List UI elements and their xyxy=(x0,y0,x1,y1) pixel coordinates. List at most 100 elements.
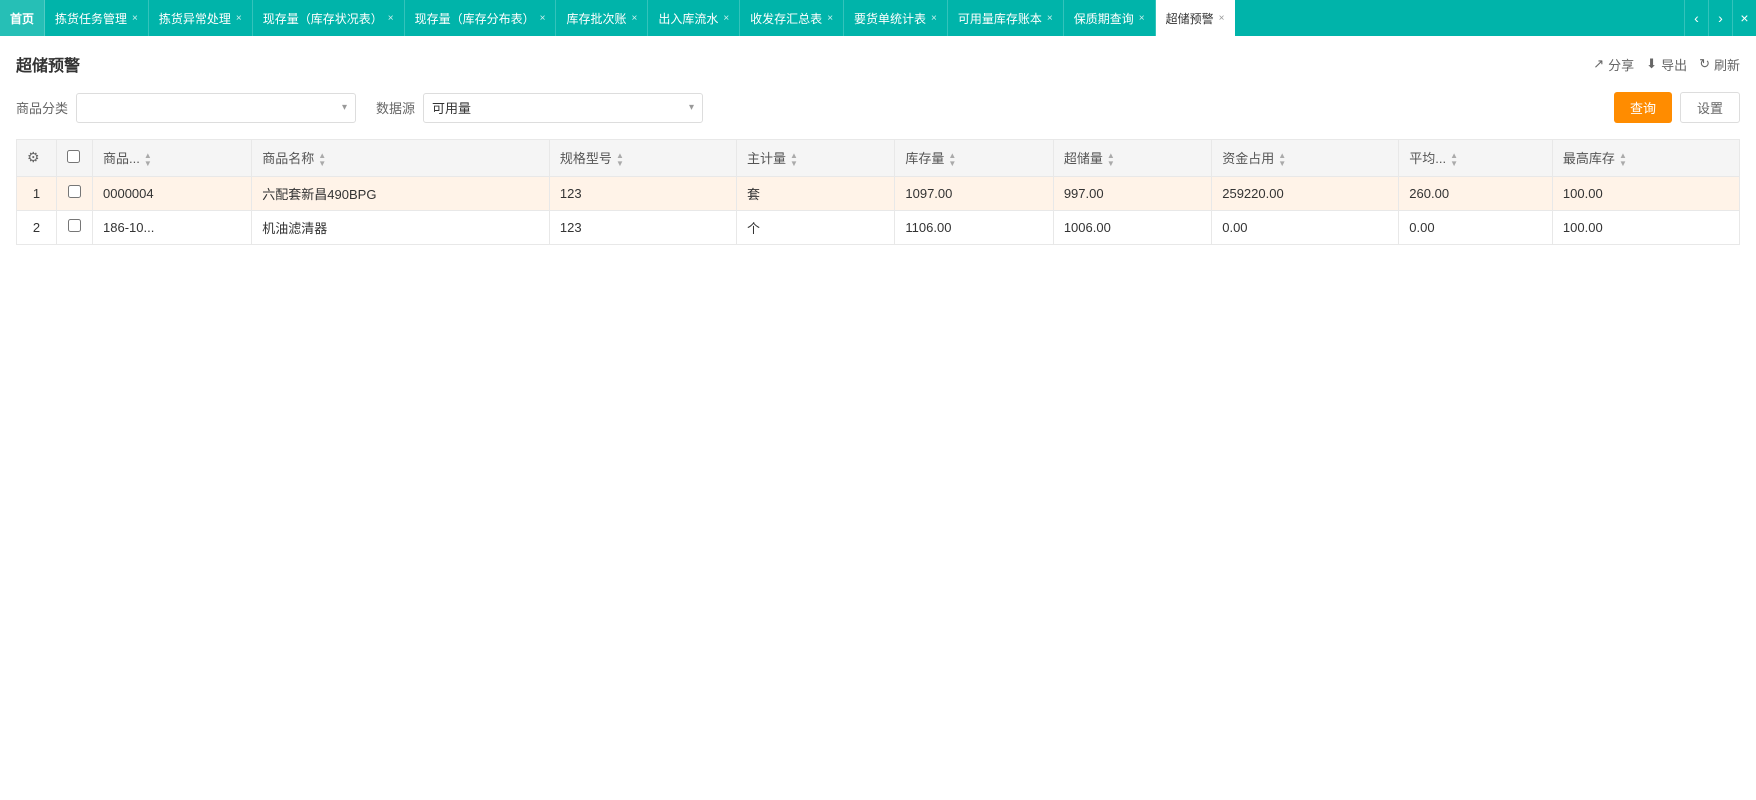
col-product-name[interactable]: 商品名称▲▼ xyxy=(252,140,550,177)
datasource-dropdown-icon: ▾ xyxy=(689,102,694,113)
tab-close-icon[interactable]: × xyxy=(540,13,546,24)
row-spec: 123 xyxy=(549,176,736,210)
row-checkbox-cell xyxy=(57,210,93,244)
row-average: 260.00 xyxy=(1399,176,1553,210)
share-icon: ↗ xyxy=(1593,56,1604,72)
col-average[interactable]: 平均...▲▼ xyxy=(1399,140,1553,177)
datasource-select-value: 可用量 xyxy=(432,98,471,117)
share-button[interactable]: ↗ 分享 xyxy=(1593,55,1634,74)
tab-close-icon[interactable]: × xyxy=(388,13,394,24)
tab-label: 超储预警 xyxy=(1166,10,1214,27)
row-average: 0.00 xyxy=(1399,210,1553,244)
tab-close-icon[interactable]: × xyxy=(1047,13,1053,24)
share-label: 分享 xyxy=(1608,55,1634,74)
filter-row: 商品分类 ▾ 数据源 可用量 ▾ 查询 设置 xyxy=(16,92,1740,123)
nav-next-btn[interactable]: › xyxy=(1708,0,1732,36)
tab-label: 出入库流水 xyxy=(658,10,718,27)
page-header: 超储预警 ↗ 分享 ⬇ 导出 ↻ 刷新 xyxy=(16,52,1740,76)
category-select[interactable]: ▾ xyxy=(76,93,356,123)
nav-tab-tab10[interactable]: 保质期查询 × xyxy=(1064,0,1156,36)
filter-datasource: 数据源 可用量 ▾ xyxy=(376,93,703,123)
datasource-label: 数据源 xyxy=(376,98,415,117)
tab-close-icon[interactable]: × xyxy=(1139,13,1145,24)
page-content: 超储预警 ↗ 分享 ⬇ 导出 ↻ 刷新 商品分类 ▾ 数据源 xyxy=(0,36,1756,800)
export-button[interactable]: ⬇ 导出 xyxy=(1646,55,1687,74)
table-row: 2 186-10... 机油滤清器 123 个 1106.00 1006.00 … xyxy=(17,210,1740,244)
tab-label: 保质期查询 xyxy=(1074,10,1134,27)
row-number: 1 xyxy=(17,176,57,210)
col-select-all xyxy=(57,140,93,177)
tab-label: 拣货任务管理 xyxy=(55,10,127,27)
filter-buttons: 查询 设置 xyxy=(1614,92,1740,123)
nav-arrows: ‹ › × xyxy=(1684,0,1756,36)
row-stock: 1097.00 xyxy=(895,176,1053,210)
nav-tab-tab3[interactable]: 现存量（库存状况表） × xyxy=(253,0,405,36)
row-checkbox[interactable] xyxy=(68,219,81,232)
nav-tab-tab6[interactable]: 出入库流水 × xyxy=(648,0,740,36)
col-overflow[interactable]: 超储量▲▼ xyxy=(1053,140,1211,177)
data-table: ⚙ 商品...▲▼ 商品名称▲▼ 规格型号▲▼ 主计量▲▼ 库 xyxy=(16,139,1740,245)
row-max-stock: 100.00 xyxy=(1552,210,1739,244)
refresh-button[interactable]: ↻ 刷新 xyxy=(1699,55,1740,74)
row-product-name: 机油滤清器 xyxy=(252,210,550,244)
nav-tab-tab4[interactable]: 现存量（库存分布表） × xyxy=(405,0,557,36)
row-unit: 套 xyxy=(736,176,894,210)
export-label: 导出 xyxy=(1661,55,1687,74)
page-actions: ↗ 分享 ⬇ 导出 ↻ 刷新 xyxy=(1593,55,1740,74)
category-label: 商品分类 xyxy=(16,98,68,117)
row-capital: 0.00 xyxy=(1212,210,1399,244)
refresh-label: 刷新 xyxy=(1714,55,1740,74)
tab-label: 要货单统计表 xyxy=(854,10,926,27)
tab-close-icon[interactable]: × xyxy=(631,13,637,24)
row-overflow: 997.00 xyxy=(1053,176,1211,210)
col-capital[interactable]: 资金占用▲▼ xyxy=(1212,140,1399,177)
row-checkbox[interactable] xyxy=(68,185,81,198)
nav-tab-tab5[interactable]: 库存批次账 × xyxy=(556,0,648,36)
nav-prev-btn[interactable]: ‹ xyxy=(1684,0,1708,36)
tab-close-icon[interactable]: × xyxy=(132,13,138,24)
tab-label: 现存量（库存状况表） xyxy=(263,10,383,27)
nav-tab-tab1[interactable]: 拣货任务管理 × xyxy=(45,0,149,36)
row-spec: 123 xyxy=(549,210,736,244)
table-header-row: ⚙ 商品...▲▼ 商品名称▲▼ 规格型号▲▼ 主计量▲▼ 库 xyxy=(17,140,1740,177)
row-overflow: 1006.00 xyxy=(1053,210,1211,244)
tab-label: 可用量库存账本 xyxy=(958,10,1042,27)
table-row: 1 0000004 六配套新昌490BPG 123 套 1097.00 997.… xyxy=(17,176,1740,210)
tab-label: 库存批次账 xyxy=(566,10,626,27)
tab-close-icon[interactable]: × xyxy=(236,13,242,24)
query-button[interactable]: 查询 xyxy=(1614,92,1672,123)
filter-category: 商品分类 ▾ xyxy=(16,93,356,123)
nav-tab-tab2[interactable]: 拣货异常处理 × xyxy=(149,0,253,36)
tab-close-icon[interactable]: × xyxy=(1219,13,1225,24)
col-settings: ⚙ xyxy=(17,140,57,177)
nav-tab-tab9[interactable]: 可用量库存账本 × xyxy=(948,0,1064,36)
tab-label: 现存量（库存分布表） xyxy=(415,10,535,27)
col-spec[interactable]: 规格型号▲▼ xyxy=(549,140,736,177)
datasource-select[interactable]: 可用量 ▾ xyxy=(423,93,703,123)
tab-close-icon[interactable]: × xyxy=(827,13,833,24)
row-number: 2 xyxy=(17,210,57,244)
top-nav: 首页 拣货任务管理×拣货异常处理×现存量（库存状况表）×现存量（库存分布表）×库… xyxy=(0,0,1756,36)
col-unit[interactable]: 主计量▲▼ xyxy=(736,140,894,177)
nav-home[interactable]: 首页 xyxy=(0,0,45,36)
tab-close-icon[interactable]: × xyxy=(931,13,937,24)
select-all-checkbox[interactable] xyxy=(67,150,80,163)
nav-more-btn[interactable]: × xyxy=(1732,0,1756,36)
row-product-name: 六配套新昌490BPG xyxy=(252,176,550,210)
nav-tab-tab11[interactable]: 超储预警 × xyxy=(1156,0,1236,36)
nav-tab-tab8[interactable]: 要货单统计表 × xyxy=(844,0,948,36)
nav-tab-tab7[interactable]: 收发存汇总表× xyxy=(740,0,844,36)
tab-label: 拣货异常处理 xyxy=(159,10,231,27)
export-icon: ⬇ xyxy=(1646,56,1657,72)
col-stock[interactable]: 库存量▲▼ xyxy=(895,140,1053,177)
tab-close-icon[interactable]: × xyxy=(723,13,729,24)
row-stock: 1106.00 xyxy=(895,210,1053,244)
row-checkbox-cell xyxy=(57,176,93,210)
nav-home-label: 首页 xyxy=(10,10,34,27)
settings-button[interactable]: 设置 xyxy=(1680,92,1740,123)
col-product-code[interactable]: 商品...▲▼ xyxy=(93,140,252,177)
page-title: 超储预警 xyxy=(16,52,80,76)
col-max-stock[interactable]: 最高库存▲▼ xyxy=(1552,140,1739,177)
row-product-code: 0000004 xyxy=(93,176,252,210)
gear-icon[interactable]: ⚙ xyxy=(27,149,40,165)
